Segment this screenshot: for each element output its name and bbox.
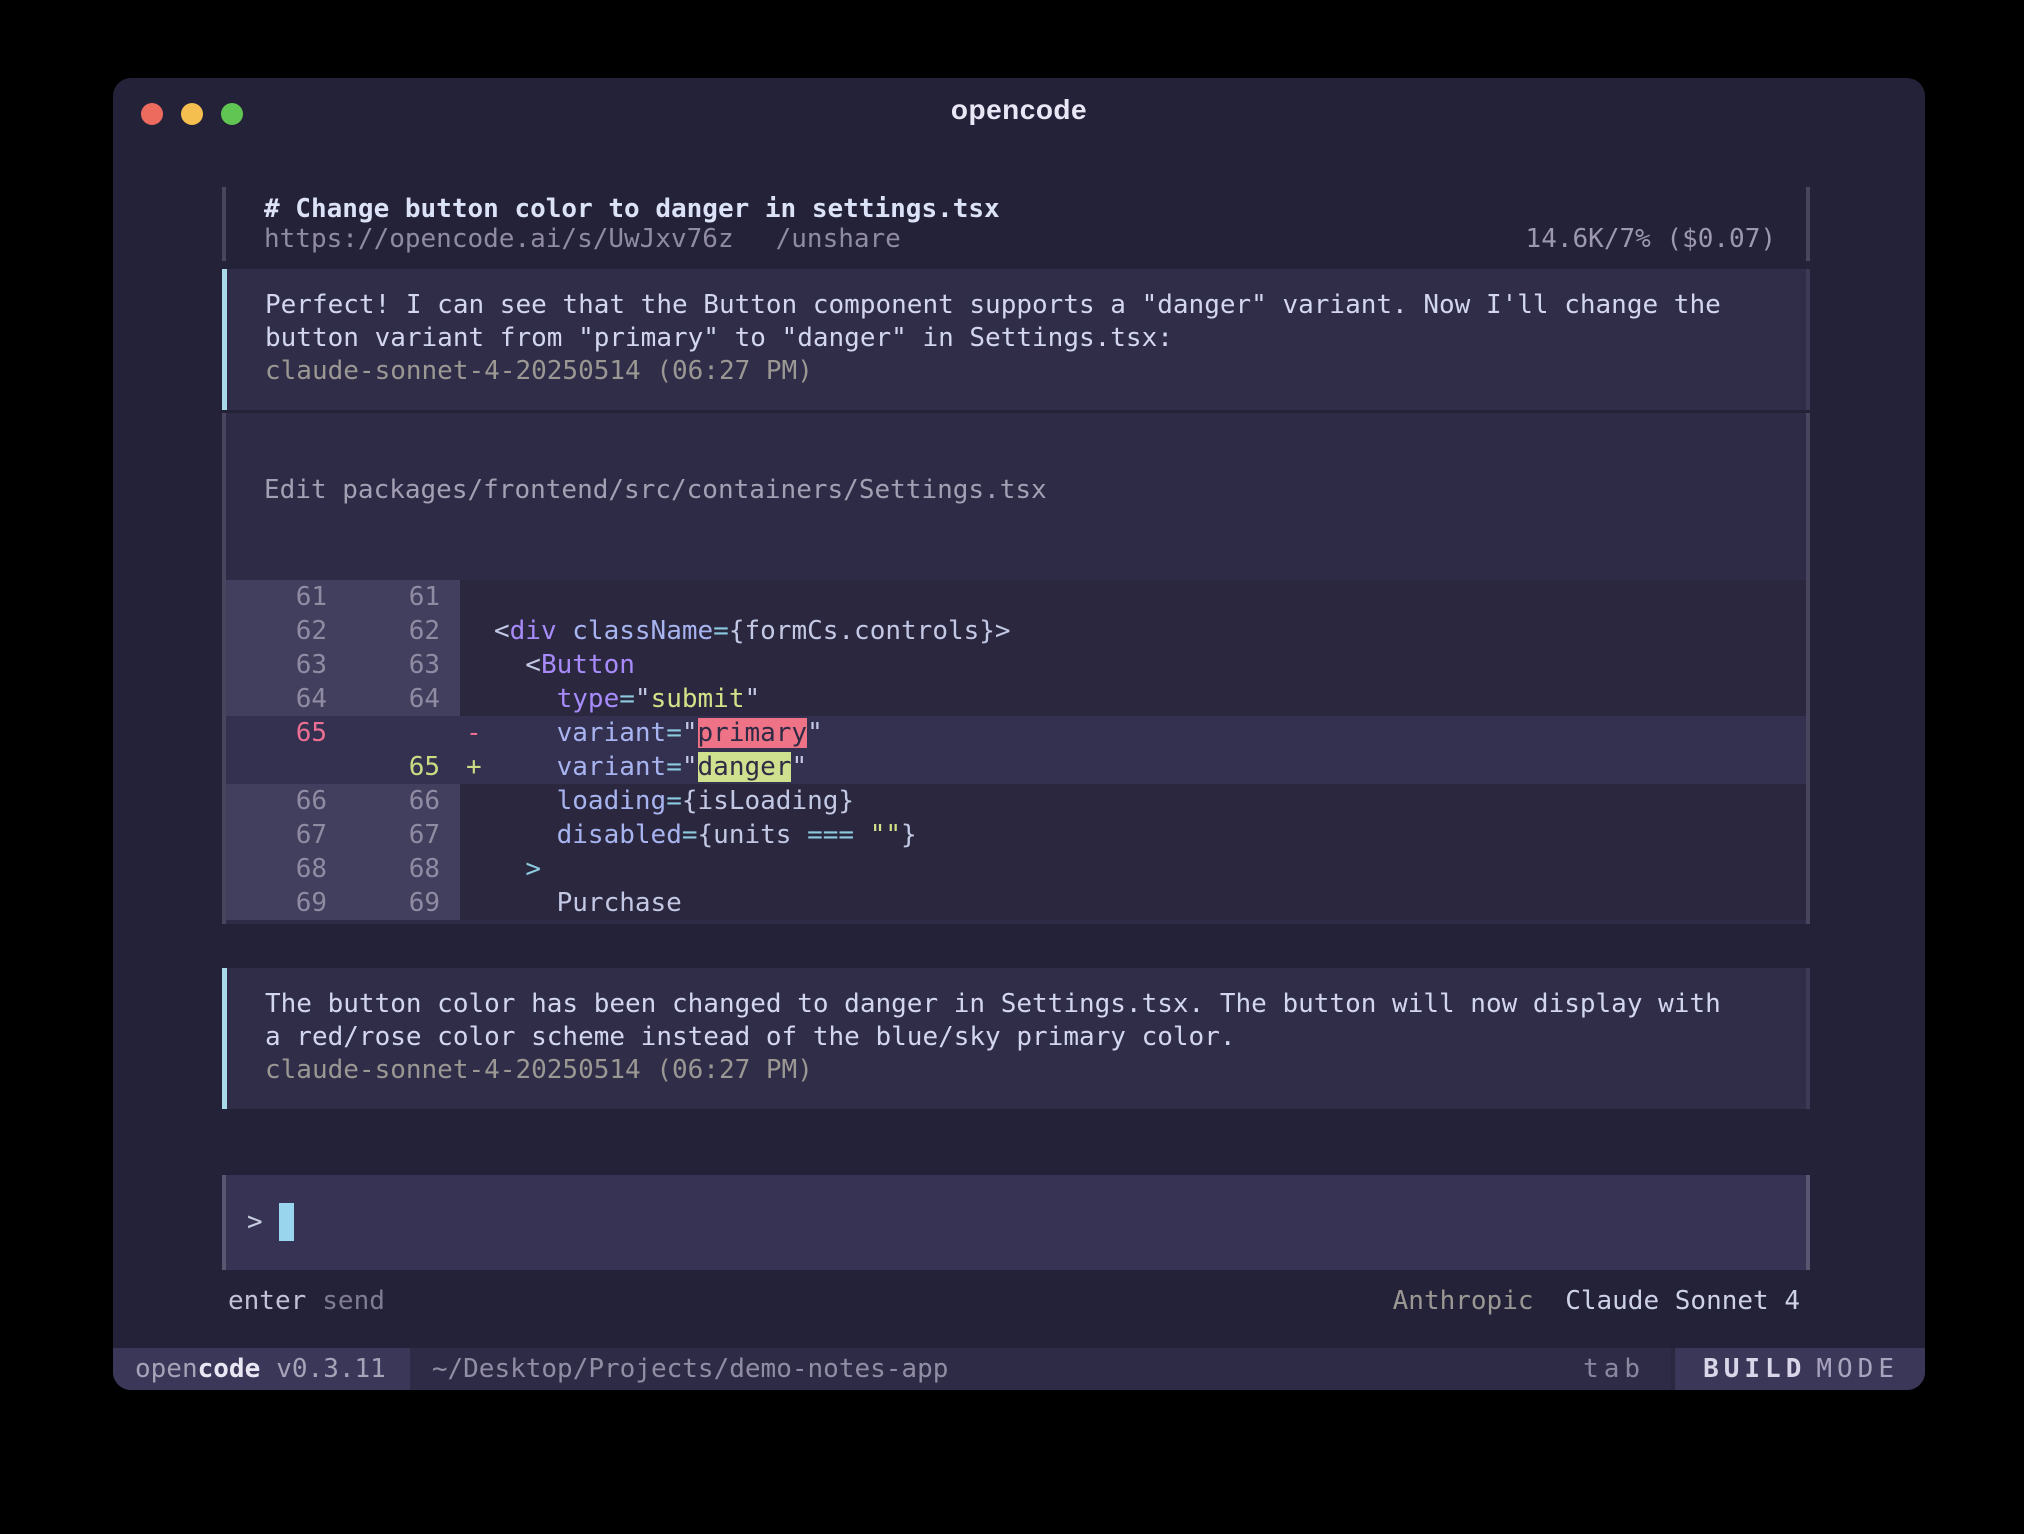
mode-suffix: MODE — [1816, 1354, 1899, 1384]
new-line-number: 63 — [336, 648, 460, 682]
old-line-number: 67 — [226, 818, 336, 852]
old-line-number — [226, 750, 336, 784]
mode-name: BUILD — [1703, 1354, 1806, 1384]
opencode-window: opencode # Change button color to danger… — [113, 78, 1925, 1390]
traffic-lights — [141, 103, 243, 125]
share-url-link[interactable]: https://opencode.ai/s/UwJxv76z — [264, 224, 734, 254]
code-line: variant="primary" — [494, 716, 823, 750]
diff-row: 6161 — [226, 580, 1806, 614]
new-line-number: 66 — [336, 784, 460, 818]
model-name-label: Claude Sonnet 4 — [1565, 1286, 1800, 1316]
message-text-line: a red/rose color scheme instead of the b… — [265, 1021, 1776, 1054]
diff-row: 6868 > — [226, 852, 1806, 886]
code-line: <Button — [494, 648, 635, 682]
window-title: opencode — [951, 94, 1087, 126]
enter-key-hint: enter — [228, 1284, 306, 1318]
edit-tool-block: Edit packages/frontend/src/containers/Se… — [222, 413, 1810, 924]
old-line-number: 64 — [226, 682, 336, 716]
code-line: variant="danger" — [494, 750, 807, 784]
model-indicator[interactable]: Anthropic Claude Sonnet 4 — [1393, 1284, 1800, 1318]
context-usage-stats: 14.6K/7% ($0.07) — [1526, 224, 1776, 254]
session-title: # Change button color to danger in setti… — [264, 194, 1776, 224]
diff-row: 6666 loading={isLoading} — [226, 784, 1806, 818]
old-line-number: 66 — [226, 784, 336, 818]
new-line-number: 64 — [336, 682, 460, 716]
prompt-input[interactable]: > — [222, 1175, 1810, 1270]
app-name-suffix: code — [198, 1354, 261, 1384]
app-version: v0.3.11 — [276, 1354, 386, 1384]
new-line-number: 69 — [336, 886, 460, 920]
tab-key-hint[interactable]: tab — [1583, 1354, 1671, 1384]
diff-row: 6969 Purchase — [226, 886, 1806, 920]
diff-view: 61616262 <div className={formCs.controls}… — [226, 580, 1806, 920]
app-name-prefix: open — [135, 1354, 198, 1384]
code-line: > — [494, 852, 541, 886]
session-header: # Change button color to danger in setti… — [222, 187, 1810, 261]
edit-tool-title: Edit packages/frontend/src/containers/Se… — [264, 475, 1806, 505]
code-line: loading={isLoading} — [494, 784, 854, 818]
code-line: type="submit" — [494, 682, 760, 716]
prompt-symbol: > — [247, 1207, 263, 1237]
unshare-command[interactable]: /unshare — [776, 224, 901, 254]
mode-segment[interactable]: BUILD MODE — [1671, 1348, 1925, 1390]
old-line-number: 69 — [226, 886, 336, 920]
diff-marker: + — [460, 750, 494, 784]
new-line-number: 68 — [336, 852, 460, 886]
new-line-number: 67 — [336, 818, 460, 852]
old-line-number: 62 — [226, 614, 336, 648]
message-text-line: The button color has been changed to dan… — [265, 988, 1776, 1021]
diff-row: 6262 <div className={formCs.controls}> — [226, 614, 1806, 648]
status-bar: opencode v0.3.11 ~/Desktop/Projects/demo-… — [113, 1348, 1925, 1390]
provider-label: Anthropic — [1393, 1286, 1534, 1316]
diff-row: 6363 <Button — [226, 648, 1806, 682]
diff-row: 65 - variant="primary" — [226, 716, 1806, 750]
send-action-label: send — [322, 1284, 385, 1318]
old-line-number: 61 — [226, 580, 336, 614]
code-line: Purchase — [494, 886, 682, 920]
prompt-line: > — [247, 1203, 1806, 1241]
message-model-meta: claude-sonnet-4-20250514 (06:27 PM) — [265, 1054, 1776, 1087]
code-line: <div className={formCs.controls}> — [494, 614, 1011, 648]
diff-row: 65+ variant="danger" — [226, 750, 1806, 784]
working-directory: ~/Desktop/Projects/demo-notes-app — [432, 1354, 949, 1384]
new-line-number — [336, 716, 460, 750]
screen: opencode # Change button color to danger… — [0, 0, 2024, 1534]
assistant-message: The button color has been changed to dan… — [222, 968, 1810, 1109]
minimize-button-icon[interactable] — [181, 103, 203, 125]
code-line: disabled={units === ""} — [494, 818, 917, 852]
old-line-number: 63 — [226, 648, 336, 682]
diff-row: 6464 type="submit" — [226, 682, 1806, 716]
new-line-number: 65 — [336, 750, 460, 784]
old-line-number: 65 — [226, 716, 336, 750]
new-line-number: 61 — [336, 580, 460, 614]
session-subline: https://opencode.ai/s/UwJxv76z /unshare … — [264, 224, 1776, 254]
message-text-line: button variant from "primary" to "danger… — [265, 322, 1776, 355]
text-cursor — [279, 1203, 294, 1241]
footer-hints: enter send Anthropic Claude Sonnet 4 — [222, 1284, 1810, 1318]
old-line-number: 68 — [226, 852, 336, 886]
diff-row: 6767 disabled={units === ""} — [226, 818, 1806, 852]
zoom-button-icon[interactable] — [221, 103, 243, 125]
app-version-segment: opencode v0.3.11 — [113, 1348, 410, 1390]
diff-marker: - — [460, 716, 494, 750]
new-line-number: 62 — [336, 614, 460, 648]
assistant-message: Perfect! I can see that the Button compo… — [222, 269, 1810, 410]
close-button-icon[interactable] — [141, 103, 163, 125]
message-model-meta: claude-sonnet-4-20250514 (06:27 PM) — [265, 355, 1776, 388]
window-titlebar[interactable]: opencode — [113, 78, 1925, 142]
message-text-line: Perfect! I can see that the Button compo… — [265, 289, 1776, 322]
